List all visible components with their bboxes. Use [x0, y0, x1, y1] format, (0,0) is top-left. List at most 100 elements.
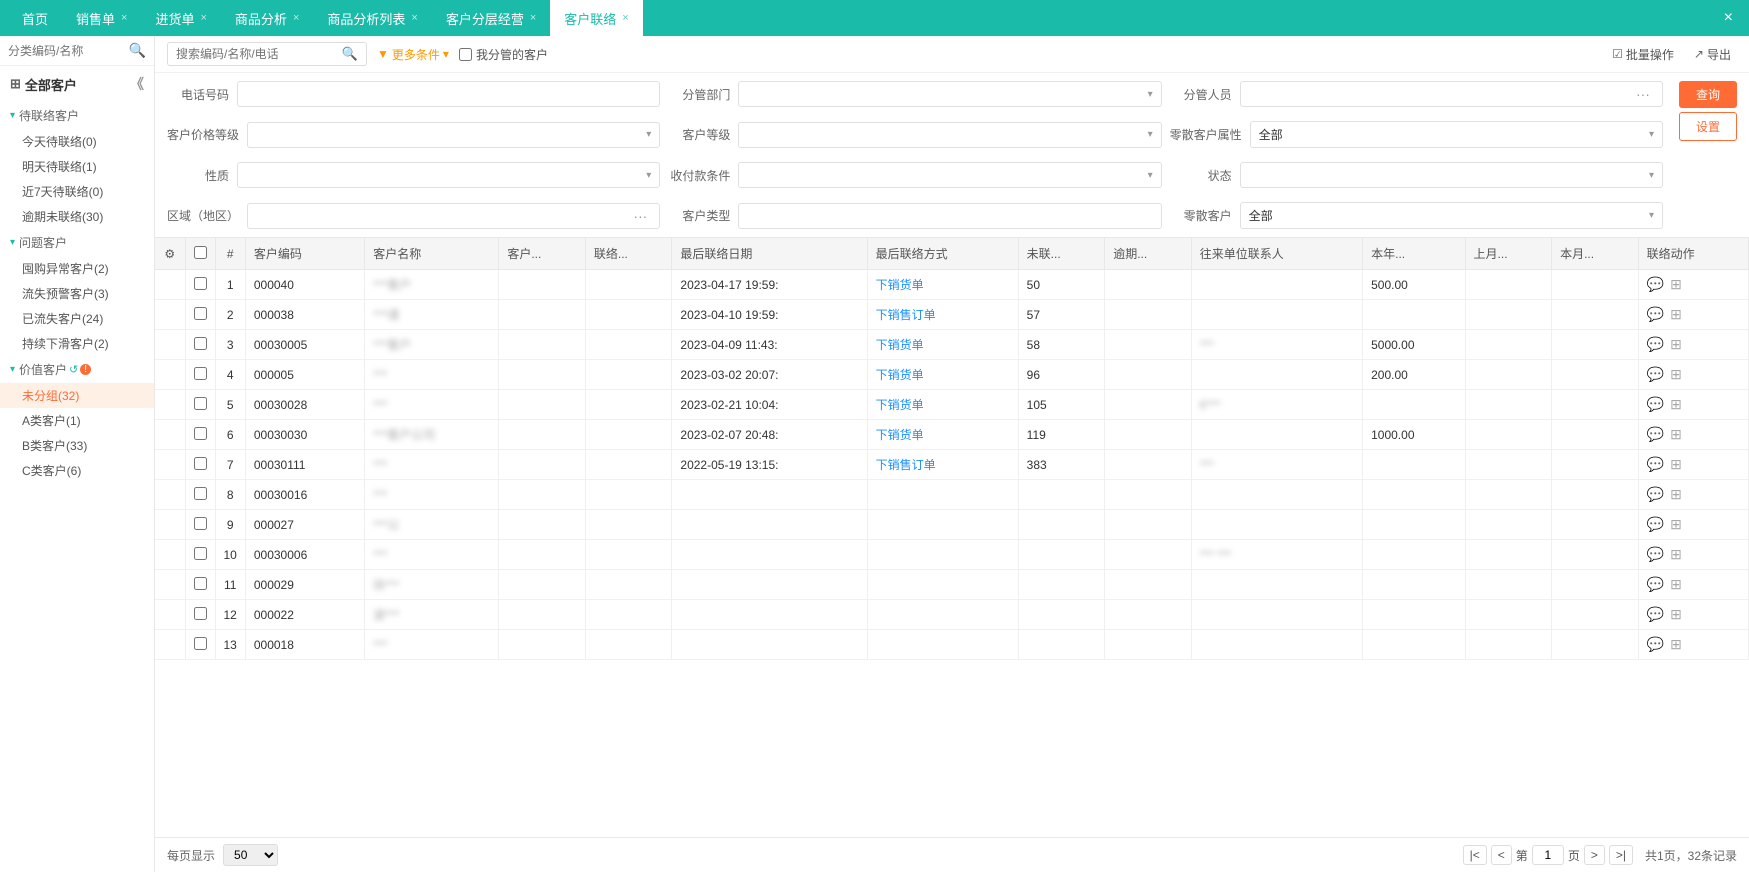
- row-checkbox[interactable]: [194, 277, 207, 290]
- more-action-icon[interactable]: ⊞: [1670, 276, 1682, 293]
- nav-tab-product-analysis[interactable]: 商品分析 ×: [221, 0, 313, 36]
- sidebar-item-class-b[interactable]: B类客户(33): [0, 433, 154, 458]
- close-product-analysis-tab-icon[interactable]: ×: [293, 12, 299, 24]
- phone-input[interactable]: [237, 81, 660, 107]
- sidebar-item-tomorrow-pending[interactable]: 明天待联络(1): [0, 154, 154, 179]
- td-checkbox[interactable]: [185, 450, 215, 480]
- retail-attr-select[interactable]: 全部 ▾: [1250, 121, 1663, 148]
- th-this-month[interactable]: 本月...: [1552, 238, 1639, 270]
- th-last-month[interactable]: 上月...: [1465, 238, 1552, 270]
- row-checkbox[interactable]: [194, 337, 207, 350]
- row-checkbox[interactable]: [194, 547, 207, 560]
- contact-action-icon[interactable]: 💬: [1647, 336, 1664, 353]
- sidebar-item-lost[interactable]: 已流失客户(24): [0, 306, 154, 331]
- td-checkbox[interactable]: [185, 630, 215, 660]
- customer-level-select[interactable]: ▾: [738, 122, 1161, 148]
- retail-customer-select[interactable]: 全部 ▾: [1240, 202, 1663, 229]
- more-action-icon[interactable]: ⊞: [1670, 396, 1682, 413]
- sidebar-search-icon[interactable]: 🔍: [129, 42, 146, 59]
- sidebar-item-overdue[interactable]: 逾期未联络(30): [0, 204, 154, 229]
- sidebar-item-week-pending[interactable]: 近7天待联络(0): [0, 179, 154, 204]
- status-select[interactable]: ▾: [1240, 162, 1663, 188]
- row-checkbox[interactable]: [194, 487, 207, 500]
- th-no-contact[interactable]: 未联...: [1018, 238, 1105, 270]
- more-action-icon[interactable]: ⊞: [1670, 426, 1682, 443]
- more-conditions-btn[interactable]: ▼ 更多条件 ▾: [377, 46, 449, 63]
- contact-action-icon[interactable]: 💬: [1647, 576, 1664, 593]
- row-checkbox[interactable]: [194, 637, 207, 650]
- contact-action-icon[interactable]: 💬: [1647, 456, 1664, 473]
- th-this-year[interactable]: 本年...: [1363, 238, 1465, 270]
- contact-action-icon[interactable]: 💬: [1647, 636, 1664, 653]
- price-level-select[interactable]: ▾: [247, 122, 660, 148]
- more-action-icon[interactable]: ⊞: [1670, 486, 1682, 503]
- contact-method-link[interactable]: 下销货单: [876, 428, 924, 442]
- th-settings[interactable]: ⚙: [155, 238, 185, 270]
- th-last-contact-date[interactable]: 最后联络日期: [672, 238, 867, 270]
- sidebar-item-today-pending[interactable]: 今天待联络(0): [0, 129, 154, 154]
- sidebar-item-ungroup[interactable]: 未分组(32): [0, 383, 154, 408]
- region-more-icon[interactable]: ···: [629, 208, 651, 224]
- contact-action-icon[interactable]: 💬: [1647, 396, 1664, 413]
- more-action-icon[interactable]: ⊞: [1670, 456, 1682, 473]
- region-select[interactable]: ···: [247, 203, 660, 229]
- td-checkbox[interactable]: [185, 360, 215, 390]
- search-box[interactable]: 🔍: [167, 42, 367, 66]
- payment-select[interactable]: ▾: [738, 162, 1161, 188]
- contact-action-icon[interactable]: 💬: [1647, 276, 1664, 293]
- close-sales-tab-icon[interactable]: ×: [121, 12, 127, 24]
- more-action-icon[interactable]: ⊞: [1670, 366, 1682, 383]
- row-checkbox[interactable]: [194, 307, 207, 320]
- row-checkbox[interactable]: [194, 457, 207, 470]
- contact-method-link[interactable]: 下销售订单: [876, 458, 936, 472]
- more-action-icon[interactable]: ⊞: [1670, 606, 1682, 623]
- td-checkbox[interactable]: [185, 510, 215, 540]
- th-checkbox[interactable]: [185, 238, 215, 270]
- row-checkbox[interactable]: [194, 607, 207, 620]
- contact-method-link[interactable]: 下销货单: [876, 398, 924, 412]
- contact-action-icon[interactable]: 💬: [1647, 426, 1664, 443]
- td-checkbox[interactable]: [185, 570, 215, 600]
- row-checkbox[interactable]: [194, 517, 207, 530]
- close-customer-contact-tab-icon[interactable]: ×: [622, 12, 628, 24]
- sidebar-search-box[interactable]: 🔍: [0, 36, 154, 66]
- refresh-value-icon[interactable]: ↺: [69, 363, 78, 376]
- sidebar-search-input[interactable]: [8, 44, 129, 58]
- td-checkbox[interactable]: [185, 330, 215, 360]
- more-action-icon[interactable]: ⊞: [1670, 636, 1682, 653]
- reset-btn[interactable]: 设置: [1679, 112, 1737, 141]
- page-input[interactable]: [1532, 845, 1564, 865]
- more-action-icon[interactable]: ⊞: [1670, 546, 1682, 563]
- group-title-pending[interactable]: ▾ 待联络客户: [0, 102, 154, 129]
- close-customer-mgmt-tab-icon[interactable]: ×: [530, 12, 536, 24]
- select-all-checkbox[interactable]: [194, 246, 207, 259]
- more-action-icon[interactable]: ⊞: [1670, 306, 1682, 323]
- group-title-problem[interactable]: ▾ 问题客户: [0, 229, 154, 256]
- td-checkbox[interactable]: [185, 420, 215, 450]
- contact-action-icon[interactable]: 💬: [1647, 516, 1664, 533]
- more-action-icon[interactable]: ⊞: [1670, 576, 1682, 593]
- nav-tab-purchase[interactable]: 进货单 ×: [141, 0, 220, 36]
- sidebar-item-class-c[interactable]: C类客户(6): [0, 458, 154, 483]
- page-size-select[interactable]: 50 20 100: [223, 844, 278, 866]
- td-checkbox[interactable]: [185, 480, 215, 510]
- nav-tab-home[interactable]: 首页: [8, 0, 62, 36]
- my-customers-filter[interactable]: 我分管的客户: [459, 46, 548, 63]
- contact-method-link[interactable]: 下销货单: [876, 368, 924, 382]
- th-name[interactable]: 客户名称: [365, 238, 499, 270]
- close-product-list-tab-icon[interactable]: ×: [411, 12, 417, 24]
- sidebar-item-class-a[interactable]: A类客户(1): [0, 408, 154, 433]
- row-checkbox[interactable]: [194, 577, 207, 590]
- next-page-btn[interactable]: >: [1584, 845, 1605, 865]
- sidebar-item-declining[interactable]: 持续下滑客户(2): [0, 331, 154, 356]
- sidebar-collapse-btn[interactable]: 《: [130, 74, 144, 94]
- sidebar-item-loss-warning[interactable]: 流失预警客户(3): [0, 281, 154, 306]
- nav-tab-product-list[interactable]: 商品分析列表 ×: [313, 0, 431, 36]
- th-overdue[interactable]: 逾期...: [1105, 238, 1192, 270]
- query-btn[interactable]: 查询: [1679, 81, 1737, 108]
- first-page-btn[interactable]: |<: [1463, 845, 1487, 865]
- contact-action-icon[interactable]: 💬: [1647, 546, 1664, 563]
- contact-action-icon[interactable]: 💬: [1647, 606, 1664, 623]
- staff-select[interactable]: ···: [1240, 81, 1663, 107]
- sidebar-item-abnormal[interactable]: 囤购异常客户(2): [0, 256, 154, 281]
